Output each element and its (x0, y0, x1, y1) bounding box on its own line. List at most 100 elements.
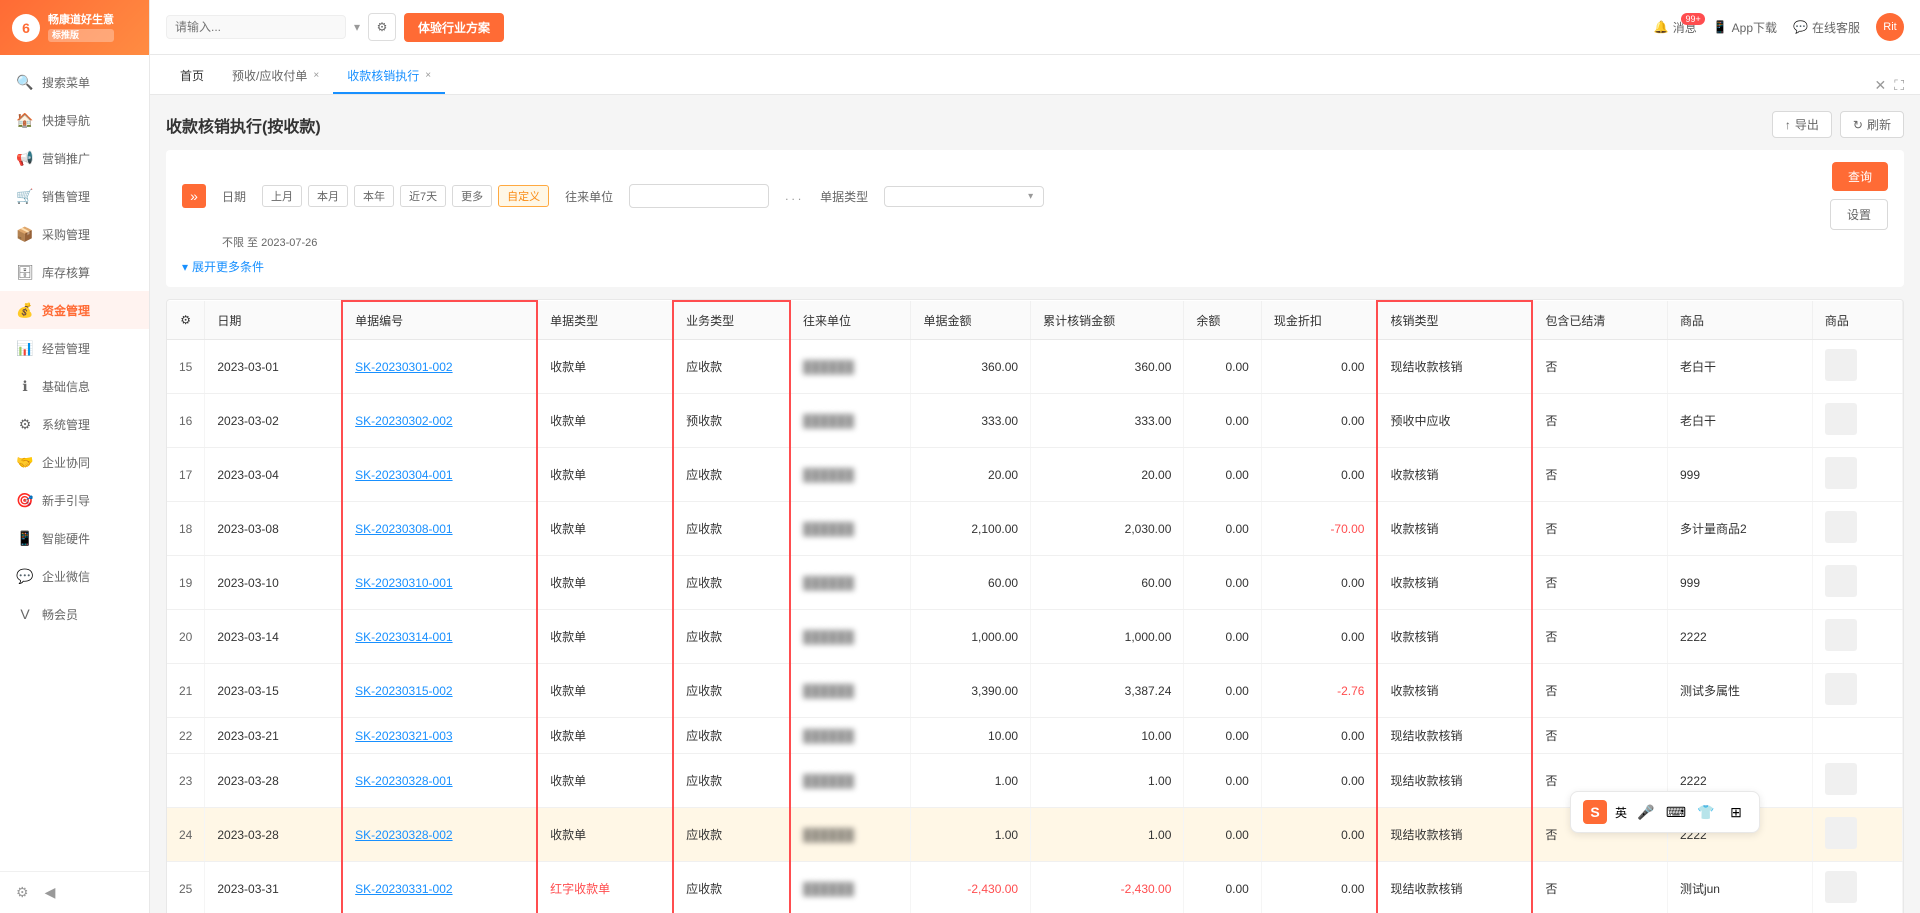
date-more[interactable]: 更多 (452, 185, 492, 207)
row-bill-type: 收款单 (537, 448, 673, 502)
col-header-discount[interactable]: 现金折扣 (1261, 301, 1377, 340)
partner-filter-input[interactable] (629, 184, 769, 208)
sidebar-item-hardware[interactable]: 📱 智能硬件 (0, 519, 149, 557)
sidebar-item-inventory[interactable]: 🗄 库存核算 (0, 253, 149, 291)
col-header-included[interactable]: 包含已结清 (1532, 301, 1667, 340)
col-header-biz-type[interactable]: 业务类型 (673, 301, 790, 340)
mic-icon[interactable]: 🎤 (1635, 801, 1657, 823)
refresh-button[interactable]: ↻ 刷新 (1840, 111, 1904, 138)
filter-more-options[interactable]: ... (785, 189, 804, 203)
row-balance: 0.00 (1184, 862, 1261, 913)
sidebar-settings-icon[interactable]: ⚙ (16, 884, 29, 901)
table-row: 22 2023-03-21 SK-20230321-003 收款单 应收款 ██… (167, 718, 1903, 754)
col-header-partner[interactable]: 往来单位 (790, 301, 911, 340)
row-discount: 0.00 (1261, 394, 1377, 448)
bill-no-link[interactable]: SK-20230308-001 (355, 522, 452, 536)
tab-receivable-close[interactable]: × (313, 70, 319, 81)
search-icon: 🔍 (16, 73, 34, 91)
bill-no-link[interactable]: SK-20230315-002 (355, 684, 452, 698)
col-header-product[interactable]: 商品 (1667, 301, 1812, 340)
app-download-button[interactable]: 📱 App下载 (1713, 19, 1777, 36)
bill-no-link[interactable]: SK-20230310-001 (355, 576, 452, 590)
row-bill-no: SK-20230301-002 (342, 340, 537, 394)
bill-no-link[interactable]: SK-20230304-001 (355, 468, 452, 482)
row-partner: ██████ (790, 718, 911, 754)
export-button[interactable]: ↑ 导出 (1772, 111, 1832, 138)
row-amount: 1,000.00 (911, 610, 1031, 664)
keyboard-icon[interactable]: ⌨ (1665, 801, 1687, 823)
col-header-bill-type[interactable]: 单据类型 (537, 301, 673, 340)
bill-type-select[interactable]: ▾ (884, 186, 1044, 207)
sidebar-collapse-icon[interactable]: ◀ (45, 884, 56, 901)
row-verified: 1,000.00 (1031, 610, 1184, 664)
col-header-verify-type[interactable]: 核销类型 (1377, 301, 1532, 340)
sidebar-item-marketing[interactable]: 📢 营销推广 (0, 139, 149, 177)
bill-no-link[interactable]: SK-20230301-002 (355, 360, 452, 374)
tab-verify[interactable]: 收款核销执行 × (333, 59, 445, 94)
col-header-balance[interactable]: 余额 (1184, 301, 1261, 340)
filter-toggle-button[interactable]: » (182, 184, 206, 208)
brand-search-input[interactable] (166, 15, 346, 39)
expand-more-button[interactable]: ▾ 展开更多条件 (182, 258, 1888, 275)
row-included: 否 (1532, 448, 1667, 502)
sidebar-item-finance[interactable]: 💰 资金管理 (0, 291, 149, 329)
row-biz-type: 应收款 (673, 808, 790, 862)
bill-no-link[interactable]: SK-20230321-003 (355, 729, 452, 743)
col-header-bill-no[interactable]: 单据编号 (342, 301, 537, 340)
sidebar-item-system[interactable]: ⚙ 系统管理 (0, 405, 149, 443)
sidebar-item-enterprise[interactable]: 🤝 企业协同 (0, 443, 149, 481)
date-custom[interactable]: 自定义 (498, 185, 549, 207)
row-discount: 0.00 (1261, 448, 1377, 502)
sidebar-item-operations[interactable]: 📊 经营管理 (0, 329, 149, 367)
row-amount: 60.00 (911, 556, 1031, 610)
bill-no-link[interactable]: SK-20230314-001 (355, 630, 452, 644)
product-thumbnail (1825, 619, 1857, 651)
grid-icon[interactable]: ⊞ (1725, 801, 1747, 823)
row-discount: 0.00 (1261, 718, 1377, 754)
row-partner: ██████ (790, 340, 911, 394)
tab-verify-close[interactable]: × (425, 70, 431, 81)
bill-no-link[interactable]: SK-20230331-002 (355, 882, 452, 896)
sidebar-item-guide[interactable]: 🎯 新手引导 (0, 481, 149, 519)
marketing-icon: 📢 (16, 149, 34, 167)
basic-icon: ℹ (16, 377, 34, 395)
shirt-icon[interactable]: 👕 (1695, 801, 1717, 823)
tab-expand-icon[interactable]: ⛶ (1894, 77, 1904, 94)
sidebar-item-quick-nav[interactable]: 🏠 快捷导航 (0, 101, 149, 139)
sidebar-item-wechat[interactable]: 💬 企业微信 (0, 557, 149, 595)
bill-no-link[interactable]: SK-20230328-001 (355, 774, 452, 788)
col-header-settings[interactable]: ⚙ (167, 301, 205, 340)
date-this-month[interactable]: 本月 (308, 185, 348, 207)
query-button[interactable]: 查询 (1832, 162, 1888, 191)
sidebar-item-purchase[interactable]: 📦 采购管理 (0, 215, 149, 253)
sidebar-item-basic[interactable]: ℹ 基础信息 (0, 367, 149, 405)
col-header-amount[interactable]: 单据金额 (911, 301, 1031, 340)
tab-home[interactable]: 首页 (166, 59, 218, 94)
settings-button[interactable]: 设置 (1830, 199, 1888, 230)
bill-no-link[interactable]: SK-20230302-002 (355, 414, 452, 428)
row-biz-type: 应收款 (673, 718, 790, 754)
sidebar-item-label-enterprise: 企业协同 (42, 454, 90, 471)
sidebar-item-sales[interactable]: 🛒 销售管理 (0, 177, 149, 215)
row-verified: 60.00 (1031, 556, 1184, 610)
tab-receivable[interactable]: 预收/应收付单 × (218, 59, 333, 94)
notification-button[interactable]: 🔔 消息 99+ (1654, 19, 1697, 36)
user-avatar[interactable]: Rit (1876, 13, 1904, 41)
date-this-year[interactable]: 本年 (354, 185, 394, 207)
online-service-button[interactable]: 💬 在线客服 (1793, 19, 1860, 36)
row-product: 老白干 (1667, 394, 1812, 448)
topbar-gear-button[interactable]: ⚙ (368, 13, 396, 41)
date-last-month[interactable]: 上月 (262, 185, 302, 207)
row-balance: 0.00 (1184, 808, 1261, 862)
overlay-brand-widget: S 英 🎤 ⌨ 👕 ⊞ (1570, 791, 1760, 833)
sidebar-item-member[interactable]: V 畅会员 (0, 595, 149, 633)
sidebar-item-label-basic: 基础信息 (42, 378, 90, 395)
col-header-date[interactable]: 日期 (205, 301, 342, 340)
solution-button[interactable]: 体验行业方案 (404, 13, 504, 42)
sidebar-item-search[interactable]: 🔍 搜索菜单 (0, 63, 149, 101)
date-7days[interactable]: 近7天 (400, 185, 446, 207)
tab-close-all-icon[interactable]: ✕ (1874, 77, 1886, 94)
bill-no-link[interactable]: SK-20230328-002 (355, 828, 452, 842)
col-header-verified[interactable]: 累计核销金额 (1031, 301, 1184, 340)
row-bill-no: SK-20230321-003 (342, 718, 537, 754)
